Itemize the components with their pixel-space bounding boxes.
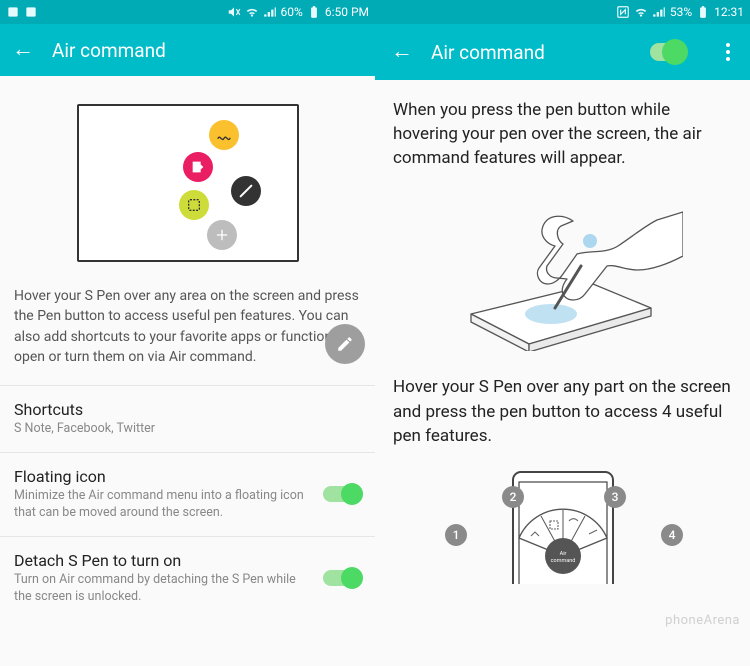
status-right-icons: 53% 12:31 (616, 5, 744, 19)
fan-badge-1: 1 (445, 524, 467, 546)
setting-sub: S Note, Facebook, Twitter (14, 421, 361, 438)
fan-illustration: Air command 1 2 3 4 (375, 456, 750, 584)
screen-right: 53% 12:31 ← Air command When you press t… (375, 0, 750, 666)
wifi-icon (245, 5, 259, 19)
battery-percent: 53% (670, 5, 692, 19)
watermark-text: phoneArena (665, 613, 740, 628)
battery-icon (696, 5, 710, 19)
page-title: Air command (431, 41, 545, 64)
setting-title: Shortcuts (14, 400, 361, 419)
desc-text: Hover your S Pen over any part on the sc… (375, 363, 750, 455)
hand-illustration (375, 178, 750, 363)
shortcut-dot-pink (183, 152, 213, 182)
shortcut-dot-add (207, 220, 237, 250)
edit-fab[interactable] (325, 324, 365, 364)
signal-icon (652, 5, 666, 19)
illustration-container (0, 76, 375, 286)
clock-text: 6:50 PM (325, 5, 369, 19)
svg-text:Air: Air (559, 551, 566, 557)
fan-badge-2: 2 (502, 486, 524, 508)
app-bar: ← Air command (375, 24, 750, 80)
status-bar: 53% 12:31 (375, 0, 750, 24)
nfc-icon (616, 5, 630, 19)
overflow-menu-icon[interactable] (722, 39, 734, 65)
app-bar: ← Air command (0, 24, 375, 76)
clock-text: 12:31 (714, 5, 744, 19)
toggle-floating-icon[interactable] (323, 486, 361, 502)
wifi-icon (634, 5, 648, 19)
app-notif-icon-2 (24, 5, 38, 19)
pencil-icon (336, 335, 354, 353)
content-area: When you press the pen button while hove… (375, 80, 750, 666)
status-bar: 60% 6:50 PM (0, 0, 375, 24)
fan-badge-4: 4 (661, 524, 683, 546)
status-right-icons: 60% 6:50 PM (227, 5, 369, 19)
setting-sub: Turn on Air command by detaching the S P… (14, 572, 311, 606)
air-command-preview (77, 104, 299, 262)
status-left-icons (6, 5, 38, 19)
setting-title: Floating icon (14, 467, 311, 486)
screen-left: 60% 6:50 PM ← Air command (0, 0, 375, 666)
setting-detach-spen[interactable]: Detach S Pen to turn on Turn on Air comm… (0, 536, 375, 620)
shortcut-dot-green (179, 190, 209, 220)
shortcut-dot-black (231, 176, 261, 206)
toggle-detach-spen[interactable] (323, 570, 361, 586)
description-text: Hover your S Pen over any area on the sc… (14, 286, 361, 367)
svg-text:command: command (550, 558, 575, 564)
intro-text: When you press the pen button while hove… (375, 80, 750, 178)
setting-floating-icon[interactable]: Floating icon Minimize the Air command m… (0, 452, 375, 536)
setting-shortcuts[interactable]: Shortcuts S Note, Facebook, Twitter (0, 385, 375, 452)
app-notif-icon (6, 5, 20, 19)
signal-icon (263, 5, 277, 19)
mute-icon (227, 5, 241, 19)
back-icon[interactable]: ← (391, 41, 413, 63)
fan-badge-3: 3 (604, 486, 626, 508)
page-title: Air command (52, 39, 166, 62)
battery-icon (307, 5, 321, 19)
setting-sub: Minimize the Air command menu into a flo… (14, 488, 311, 522)
back-icon[interactable]: ← (12, 39, 34, 61)
master-toggle[interactable] (650, 43, 684, 61)
content-area: Hover your S Pen over any area on the sc… (0, 76, 375, 666)
battery-percent: 60% (281, 5, 303, 19)
setting-title: Detach S Pen to turn on (14, 551, 311, 570)
shortcut-dot-yellow (209, 120, 239, 150)
